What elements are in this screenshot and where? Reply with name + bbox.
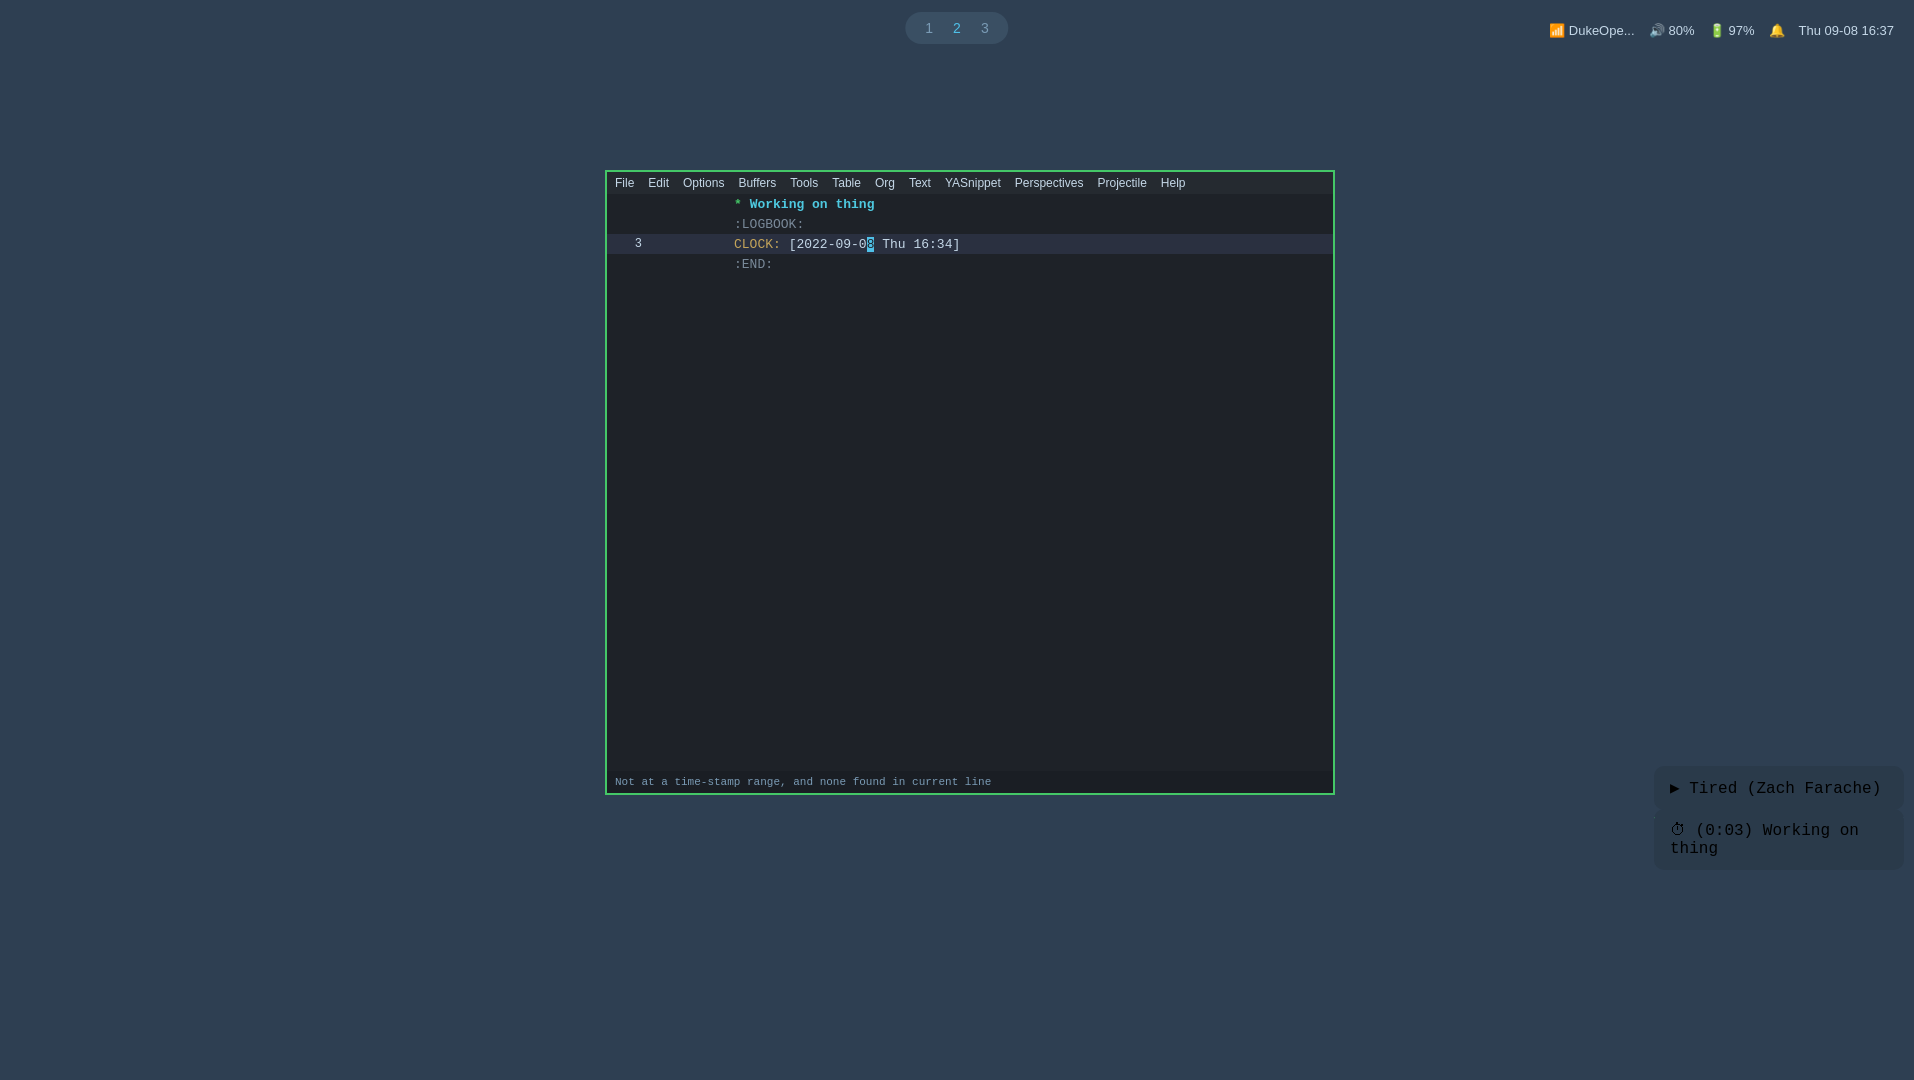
menu-file[interactable]: File <box>615 176 634 190</box>
emacs-window: File Edit Options Buffers Tools Table Or… <box>605 170 1335 795</box>
line-number-active: 3 <box>607 237 652 251</box>
workspace-tab-3[interactable]: 3 <box>981 20 989 36</box>
workspace-tab-2[interactable]: 2 <box>953 20 961 36</box>
menu-bar: File Edit Options Buffers Tools Table Or… <box>607 172 1333 194</box>
menu-tools[interactable]: Tools <box>790 176 818 190</box>
line-row: :END: <box>607 254 1333 274</box>
end-keyword: :END: <box>734 257 773 272</box>
volume-icon: 🔊 <box>1649 23 1665 38</box>
menu-help[interactable]: Help <box>1161 176 1186 190</box>
menu-table[interactable]: Table <box>832 176 861 190</box>
menu-buffers[interactable]: Buffers <box>738 176 776 190</box>
wifi-status: 📶 DukeOpe... <box>1549 23 1635 38</box>
menu-projectile[interactable]: Projectile <box>1097 176 1146 190</box>
battery-label: 97% <box>1729 23 1755 38</box>
editor-content: * Working on thing :LOGBOOK: 3 CLOCK: [2… <box>607 194 1333 771</box>
modeline: Not at a time-stamp range, and none foun… <box>607 771 1333 793</box>
menu-org[interactable]: Org <box>875 176 895 190</box>
battery-icon: 🔋 <box>1709 23 1725 38</box>
modeline-text: Not at a time-stamp range, and none foun… <box>615 776 991 788</box>
datetime-label: Thu 09-08 16:37 <box>1799 23 1894 38</box>
workspace-tab-1[interactable]: 1 <box>925 20 933 36</box>
menu-text[interactable]: Text <box>909 176 931 190</box>
topbar: 1 2 3 📶 DukeOpe... 🔊 80% 🔋 97% 🔔 Thu 09-… <box>0 0 1914 60</box>
menu-perspectives[interactable]: Perspectives <box>1015 176 1084 190</box>
volume-status: 🔊 80% <box>1649 23 1695 38</box>
workspace-tabs[interactable]: 1 2 3 <box>905 12 1008 44</box>
clock-widget: ⏱ (0:03) Working on thing <box>1654 809 1904 870</box>
editor-area[interactable]: * Working on thing :LOGBOOK: 3 CLOCK: [2… <box>607 194 1333 771</box>
line-content-end: :END: <box>652 242 1333 287</box>
notification-icon[interactable]: 🔔 <box>1769 23 1785 38</box>
menu-edit[interactable]: Edit <box>648 176 669 190</box>
wifi-icon: 📶 <box>1549 23 1565 38</box>
music-label: ▶ Tired (Zach Farache) <box>1670 778 1881 798</box>
wifi-label: DukeOpe... <box>1569 23 1635 38</box>
menu-yasnippet[interactable]: YASnippet <box>945 176 1001 190</box>
volume-label: 80% <box>1669 23 1695 38</box>
topbar-right: 📶 DukeOpe... 🔊 80% 🔋 97% 🔔 Thu 09-08 16:… <box>1549 23 1894 38</box>
clock-widget-label: ⏱ (0:03) Working on thing <box>1670 821 1888 858</box>
music-player[interactable]: ▶ Tired (Zach Farache) <box>1654 766 1904 810</box>
menu-options[interactable]: Options <box>683 176 724 190</box>
battery-status: 🔋 97% <box>1709 23 1755 38</box>
